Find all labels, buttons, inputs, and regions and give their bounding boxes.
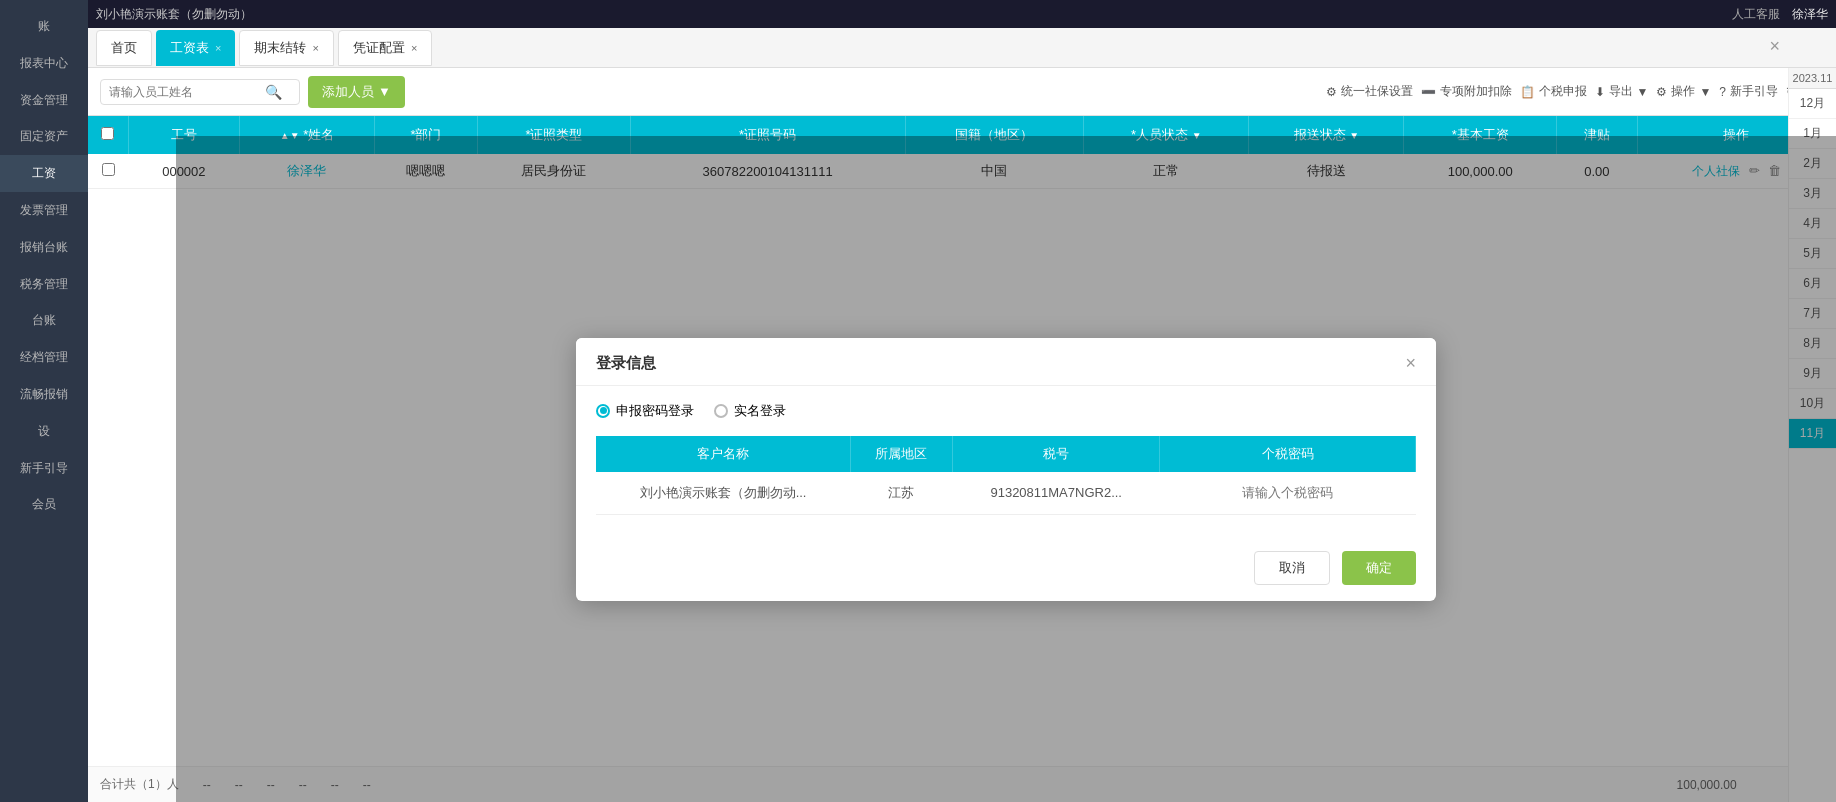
dialog-col-password: 个税密码 (1160, 436, 1416, 472)
topbar-title: 刘小艳演示账套（勿删勿动） (96, 6, 252, 23)
tax-password-input[interactable] (1172, 485, 1404, 500)
ops-icon: ⚙ (1656, 85, 1667, 99)
export-icon: ⬇ (1595, 85, 1605, 99)
search-icon: 🔍 (265, 84, 282, 100)
radio-realname-circle (714, 404, 728, 418)
search-wrap: 🔍 (100, 79, 300, 105)
sidebar-item-tax[interactable]: 税务管理 (0, 266, 88, 303)
tab-salary[interactable]: 工资表 × (156, 30, 235, 66)
dialog-footer: 取消 确定 (576, 535, 1436, 601)
toolbar: 🔍 添加人员 ▼ ⚙ 统一社保设置 ➖ 专项附加扣除 📋 个税申报 ⬇ 导出 ▼… (88, 68, 1836, 116)
confirm-button[interactable]: 确定 (1342, 551, 1416, 585)
special-deduction-action[interactable]: ➖ 专项附加扣除 (1421, 83, 1512, 100)
search-input[interactable] (109, 85, 259, 99)
row-checkbox[interactable] (102, 163, 115, 176)
dialog-col-taxno: 税号 (953, 436, 1160, 472)
tab-salary-close[interactable]: × (215, 42, 221, 54)
radio-realname-login[interactable]: 实名登录 (714, 402, 786, 420)
tab-voucher[interactable]: 凭证配置 × (338, 30, 432, 66)
sidebar-item-assets[interactable]: 固定资产 (0, 118, 88, 155)
dialog-cell-region: 江苏 (850, 472, 953, 515)
add-employee-button[interactable]: 添加人员 ▼ (308, 76, 405, 108)
login-dialog: 登录信息 × 申报密码登录 实名登录 (576, 338, 1436, 601)
export-chevron-icon: ▼ (1637, 85, 1649, 99)
sidebar-item-invoice[interactable]: 发票管理 (0, 192, 88, 229)
tax-report-action[interactable]: 📋 个税申报 (1520, 83, 1587, 100)
sidebar-item-member[interactable]: 会员 (0, 486, 88, 523)
dialog-cell-password[interactable] (1160, 472, 1416, 515)
sidebar-item-report[interactable]: 报表中心 (0, 45, 88, 82)
sidebar-item-expense[interactable]: 报销台账 (0, 229, 88, 266)
ops-chevron-icon: ▼ (1699, 85, 1711, 99)
export-action[interactable]: ⬇ 导出 ▼ (1595, 83, 1649, 100)
dialog-title: 登录信息 (596, 354, 656, 373)
chevron-down-icon: ▼ (378, 84, 391, 99)
dialog-cell-name: 刘小艳演示账套（勿删勿动... (596, 472, 850, 515)
dialog-overlay: 登录信息 × 申报密码登录 实名登录 (176, 136, 1836, 802)
main-content: 🔍 添加人员 ▼ ⚙ 统一社保设置 ➖ 专项附加扣除 📋 个税申报 ⬇ 导出 ▼… (88, 68, 1836, 802)
dialog-header: 登录信息 × (576, 338, 1436, 386)
main-close-icon[interactable]: × (1769, 36, 1780, 57)
sidebar-item-settings[interactable]: 设 (0, 413, 88, 450)
deduction-icon: ➖ (1421, 85, 1436, 99)
select-all-checkbox[interactable] (101, 127, 114, 140)
dialog-table: 客户名称 所属地区 税号 个税密码 刘小艳演示账套（勿删勿动... 江苏 913… (596, 436, 1416, 515)
topbar: 刘小艳演示账套（勿删勿动） 人工客服 徐泽华 (88, 0, 1836, 28)
operations-action[interactable]: ⚙ 操作 ▼ (1656, 83, 1711, 100)
social-security-icon: ⚙ (1326, 85, 1337, 99)
tax-icon: 📋 (1520, 85, 1535, 99)
sidebar-item-archives[interactable]: 经档管理 (0, 339, 88, 376)
dialog-col-name: 客户名称 (596, 436, 850, 472)
dialog-close-button[interactable]: × (1405, 354, 1416, 372)
topbar-user: 徐泽华 (1792, 6, 1828, 23)
cancel-button[interactable]: 取消 (1254, 551, 1330, 585)
sidebar-item-account[interactable]: 账 (0, 8, 88, 45)
guide-icon: ? (1719, 85, 1726, 99)
tabbar: 首页 工资表 × 期末结转 × 凭证配置 × × (88, 28, 1836, 68)
tab-period-close[interactable]: × (312, 42, 318, 54)
ai-service[interactable]: 人工客服 (1732, 6, 1780, 23)
total-count: 合计共（1）人 (100, 776, 179, 793)
sidebar-item-reimburse[interactable]: 流畅报销 (0, 376, 88, 413)
dialog-col-region: 所属地区 (850, 436, 953, 472)
tab-voucher-close[interactable]: × (411, 42, 417, 54)
login-type-radio-group: 申报密码登录 实名登录 (596, 402, 1416, 420)
radio-password-login[interactable]: 申报密码登录 (596, 402, 694, 420)
social-security-action[interactable]: ⚙ 统一社保设置 (1326, 83, 1413, 100)
sidebar-item-guide[interactable]: 新手引导 (0, 450, 88, 487)
dialog-table-row: 刘小艳演示账套（勿删勿动... 江苏 91320811MA7NGR2... (596, 472, 1416, 515)
radio-password-circle (596, 404, 610, 418)
dialog-body: 申报密码登录 实名登录 客户名称 所属地区 税号 个税密码 (576, 386, 1436, 535)
sidebar-item-ledger[interactable]: 台账 (0, 302, 88, 339)
sidebar-item-fund[interactable]: 资金管理 (0, 82, 88, 119)
dialog-cell-taxno: 91320811MA7NGR2... (953, 472, 1160, 515)
sidebar: 账 报表中心 资金管理 固定资产 工资 发票管理 报销台账 税务管理 台账 经档… (0, 0, 88, 802)
cal-month-12[interactable]: 12月 (1789, 89, 1836, 119)
calendar-year: 2023.11 (1789, 68, 1836, 89)
guide-action[interactable]: ? 新手引导 (1719, 83, 1778, 100)
tab-period[interactable]: 期末结转 × (239, 30, 333, 66)
sidebar-item-salary[interactable]: 工资 (0, 155, 88, 192)
tab-home[interactable]: 首页 (96, 30, 152, 66)
